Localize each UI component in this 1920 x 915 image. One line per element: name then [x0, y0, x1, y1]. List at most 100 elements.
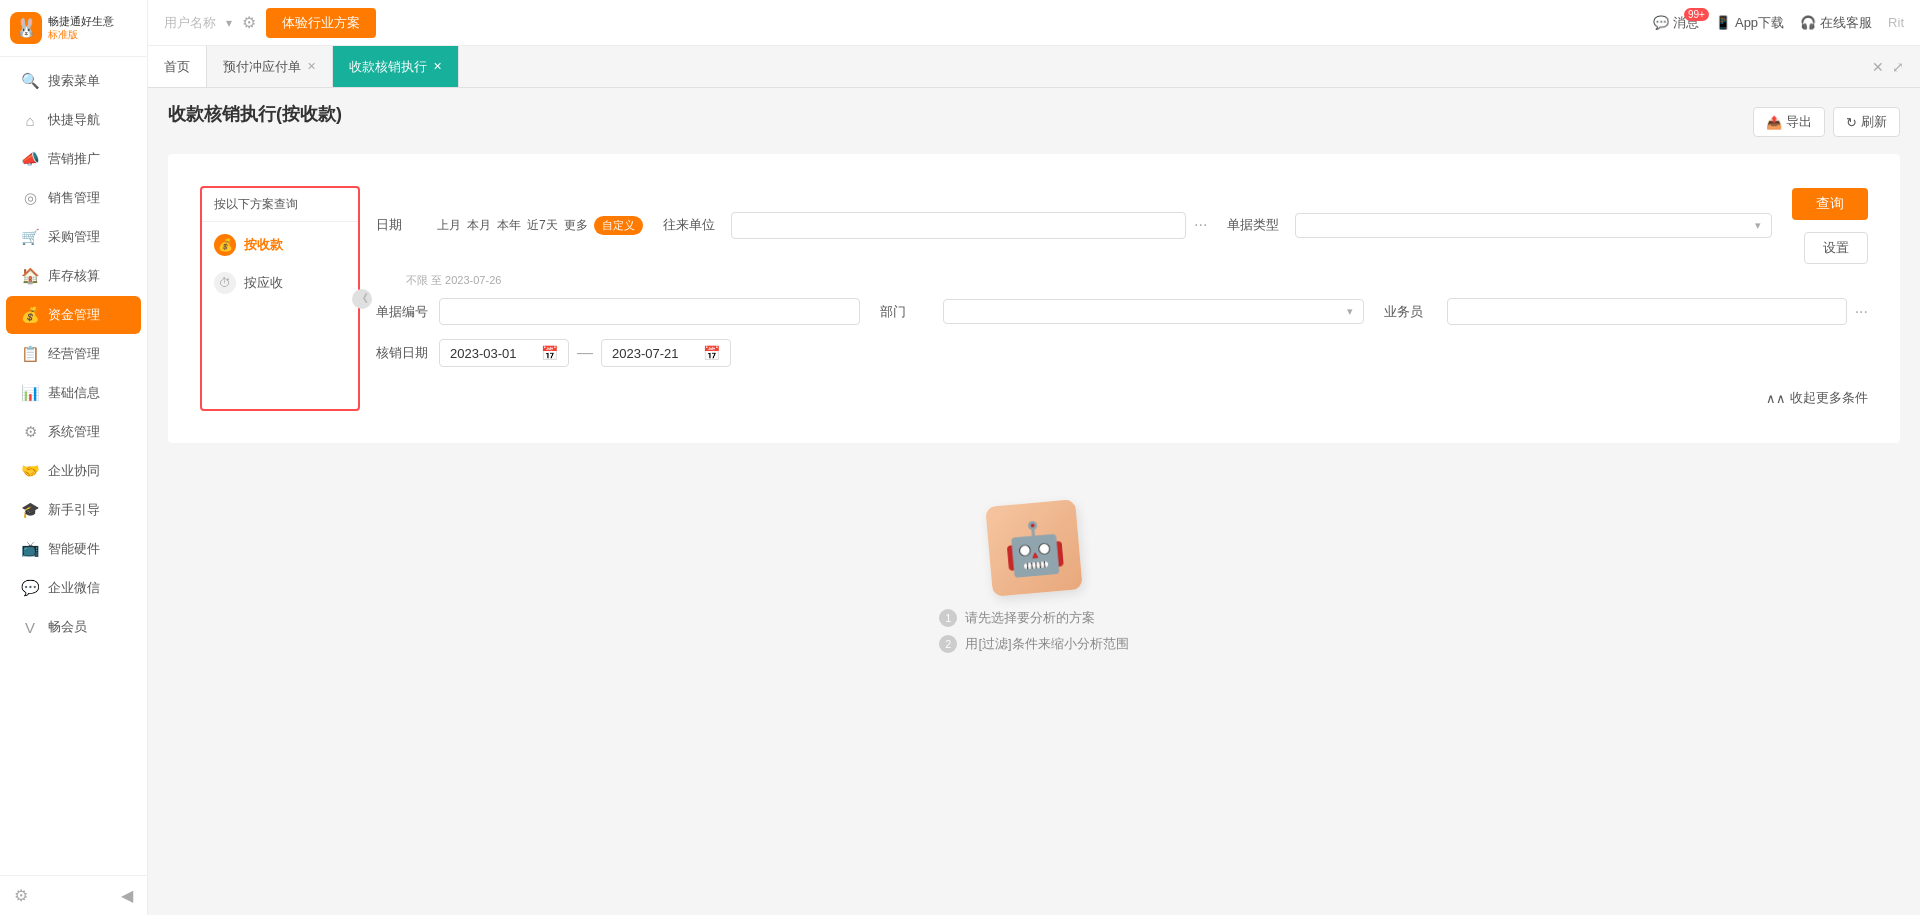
- sidebar-item-purchase[interactable]: 🛒 采购管理: [6, 218, 141, 256]
- query-btn[interactable]: 查询: [1792, 188, 1868, 220]
- topbar-left: 用户名称 ▾ ⚙ 体验行业方案: [164, 8, 376, 38]
- marketing-icon: 📣: [20, 150, 40, 168]
- tab-fullscreen-icon[interactable]: ⤢: [1892, 59, 1904, 75]
- operations-icon: 📋: [20, 345, 40, 363]
- sidebar-item-search[interactable]: 🔍 搜索菜单: [6, 62, 141, 100]
- sidebar-item-member[interactable]: V 畅会员: [6, 608, 141, 646]
- tab-home[interactable]: 首页: [148, 46, 207, 87]
- filter-row-1: 日期 上月 本月 本年 近7天 更多 自定义: [376, 186, 1868, 264]
- search-icon: 🔍: [20, 72, 40, 90]
- user-name: Rit: [1888, 15, 1904, 30]
- service-btn[interactable]: 🎧 在线客服: [1800, 14, 1872, 32]
- receivable-option-icon: ⏱: [214, 272, 236, 294]
- doctype-group: 单据类型 ▾: [1227, 213, 1772, 238]
- service-label: 在线客服: [1820, 14, 1872, 32]
- sidebar-item-operations[interactable]: 📋 经营管理: [6, 335, 141, 373]
- tab-prepay[interactable]: 预付冲应付单 ✕: [207, 46, 333, 87]
- sidebar-collapse-icon[interactable]: ◀: [121, 886, 133, 905]
- sidebar-item-hardware[interactable]: 📺 智能硬件: [6, 530, 141, 568]
- sidebar-item-marketing[interactable]: 📣 营销推广: [6, 140, 141, 178]
- panel-collapse-btn[interactable]: 《: [352, 289, 372, 309]
- empty-hint-2-text: 用[过滤]条件来缩小分析范围: [965, 635, 1128, 653]
- refresh-btn[interactable]: ↻ 刷新: [1833, 107, 1900, 137]
- employee-group: 业务员 ···: [1384, 298, 1868, 325]
- collapse-more-btn[interactable]: ∧∧ 收起更多条件: [376, 381, 1868, 411]
- sidebar-item-sales[interactable]: ◎ 销售管理: [6, 179, 141, 217]
- date-this-year[interactable]: 本年: [497, 217, 521, 234]
- sidebar-item-funds[interactable]: 💰 资金管理: [6, 296, 141, 334]
- empty-num-2: 2: [939, 635, 957, 653]
- tab-receipt[interactable]: 收款核销执行 ✕: [333, 46, 459, 87]
- topbar-chevron-icon[interactable]: ▾: [226, 16, 232, 30]
- sidebar-label-hardware: 智能硬件: [48, 540, 100, 558]
- query-option-receivable[interactable]: ⏱ 按应收: [202, 264, 358, 302]
- sidebar-label-guide: 新手引导: [48, 501, 100, 519]
- query-option-receipt[interactable]: 💰 按收款: [202, 226, 358, 264]
- message-icon: 💬: [1653, 15, 1669, 30]
- empty-illustration: 🤖: [985, 499, 1083, 597]
- sidebar-item-wechat[interactable]: 💬 企业微信: [6, 569, 141, 607]
- filter-actions: 查询 设置: [1792, 186, 1868, 264]
- sidebar-settings-icon[interactable]: ⚙: [14, 886, 28, 905]
- empty-hint-1-text: 请先选择要分析的方案: [965, 609, 1095, 627]
- doctype-label: 单据类型: [1227, 216, 1287, 234]
- dept-arrow-icon: ▾: [1347, 305, 1353, 318]
- filter-row-3: 核销日期 2023-03-01 📅 — 2023-07-21 📅: [376, 339, 1868, 367]
- app-download-btn[interactable]: 📱 App下载: [1715, 14, 1784, 32]
- app-label: App下载: [1735, 14, 1784, 32]
- sidebar-item-system[interactable]: ⚙ 系统管理: [6, 413, 141, 451]
- docno-input[interactable]: [439, 298, 860, 325]
- industry-btn[interactable]: 体验行业方案: [266, 8, 376, 38]
- sidebar-nav: 🔍 搜索菜单 ⌂ 快捷导航 📣 营销推广 ◎ 销售管理 🛒 采购管理 🏠 库存核…: [0, 57, 147, 875]
- docno-group: 单据编号: [376, 298, 860, 325]
- setting-btn[interactable]: 设置: [1804, 232, 1868, 264]
- sidebar-label-sales: 销售管理: [48, 189, 100, 207]
- tab-close-all-icon[interactable]: ✕: [1872, 59, 1884, 75]
- writeoff-date-group: 核销日期 2023-03-01 📅 — 2023-07-21 📅: [376, 339, 731, 367]
- date-more[interactable]: 更多: [564, 217, 588, 234]
- sidebar-label-basic: 基础信息: [48, 384, 100, 402]
- writeoff-start-cal-icon[interactable]: 📅: [541, 345, 558, 361]
- tab-receipt-label: 收款核销执行: [349, 58, 427, 76]
- doctype-arrow-icon: ▾: [1755, 219, 1761, 232]
- sidebar-label-operations: 经营管理: [48, 345, 100, 363]
- doctype-select[interactable]: ▾: [1295, 213, 1772, 238]
- date-label: 日期: [376, 216, 431, 234]
- date-hint: 不限 至 2023-07-26: [406, 274, 501, 286]
- page-header: 收款核销执行(按收款) 📤 导出 ↻ 刷新: [168, 88, 1900, 154]
- employee-dots-icon[interactable]: ···: [1855, 303, 1868, 321]
- employee-input[interactable]: [1447, 298, 1847, 325]
- empty-hint-1: 1 请先选择要分析的方案: [939, 609, 1128, 627]
- query-panel-title: 按以下方案查询: [202, 196, 358, 222]
- sidebar-item-guide[interactable]: 🎓 新手引导: [6, 491, 141, 529]
- partner-group: 往来单位 ···: [663, 212, 1208, 239]
- date-last-month[interactable]: 上月: [437, 217, 461, 234]
- receipt-option-label: 按收款: [244, 236, 283, 254]
- topbar-user-placeholder: 用户名称: [164, 14, 216, 32]
- dept-select[interactable]: ▾: [943, 299, 1364, 324]
- date-7days[interactable]: 近7天: [527, 217, 558, 234]
- tab-prepay-close-icon[interactable]: ✕: [307, 60, 316, 73]
- writeoff-start-input[interactable]: 2023-03-01 📅: [439, 339, 569, 367]
- writeoff-end-cal-icon[interactable]: 📅: [703, 345, 720, 361]
- date-this-month[interactable]: 本月: [467, 217, 491, 234]
- page-header-actions: 📤 导出 ↻ 刷新: [1753, 107, 1900, 137]
- filter-area: 按以下方案查询 💰 按收款 ⏱ 按应收 《: [184, 170, 1884, 427]
- message-badge: 99+: [1684, 8, 1709, 21]
- sidebar-item-quicknav[interactable]: ⌂ 快捷导航: [6, 101, 141, 139]
- receivable-option-label: 按应收: [244, 274, 283, 292]
- partner-input[interactable]: [731, 212, 1186, 239]
- tab-receipt-close-icon[interactable]: ✕: [433, 60, 442, 73]
- refresh-label: 刷新: [1861, 113, 1887, 131]
- export-btn[interactable]: 📤 导出: [1753, 107, 1825, 137]
- message-btn[interactable]: 💬 消息 99+: [1653, 14, 1699, 32]
- topbar-gear-icon[interactable]: ⚙: [242, 13, 256, 32]
- writeoff-end-input[interactable]: 2023-07-21 📅: [601, 339, 731, 367]
- dept-group: 部门 ▾: [880, 299, 1364, 324]
- sidebar-item-basic[interactable]: 📊 基础信息: [6, 374, 141, 412]
- sidebar-item-enterprise[interactable]: 🤝 企业协同: [6, 452, 141, 490]
- date-custom[interactable]: 自定义: [594, 216, 643, 235]
- partner-dots-icon[interactable]: ···: [1194, 216, 1207, 234]
- sidebar-item-inventory[interactable]: 🏠 库存核算: [6, 257, 141, 295]
- docno-label: 单据编号: [376, 303, 431, 321]
